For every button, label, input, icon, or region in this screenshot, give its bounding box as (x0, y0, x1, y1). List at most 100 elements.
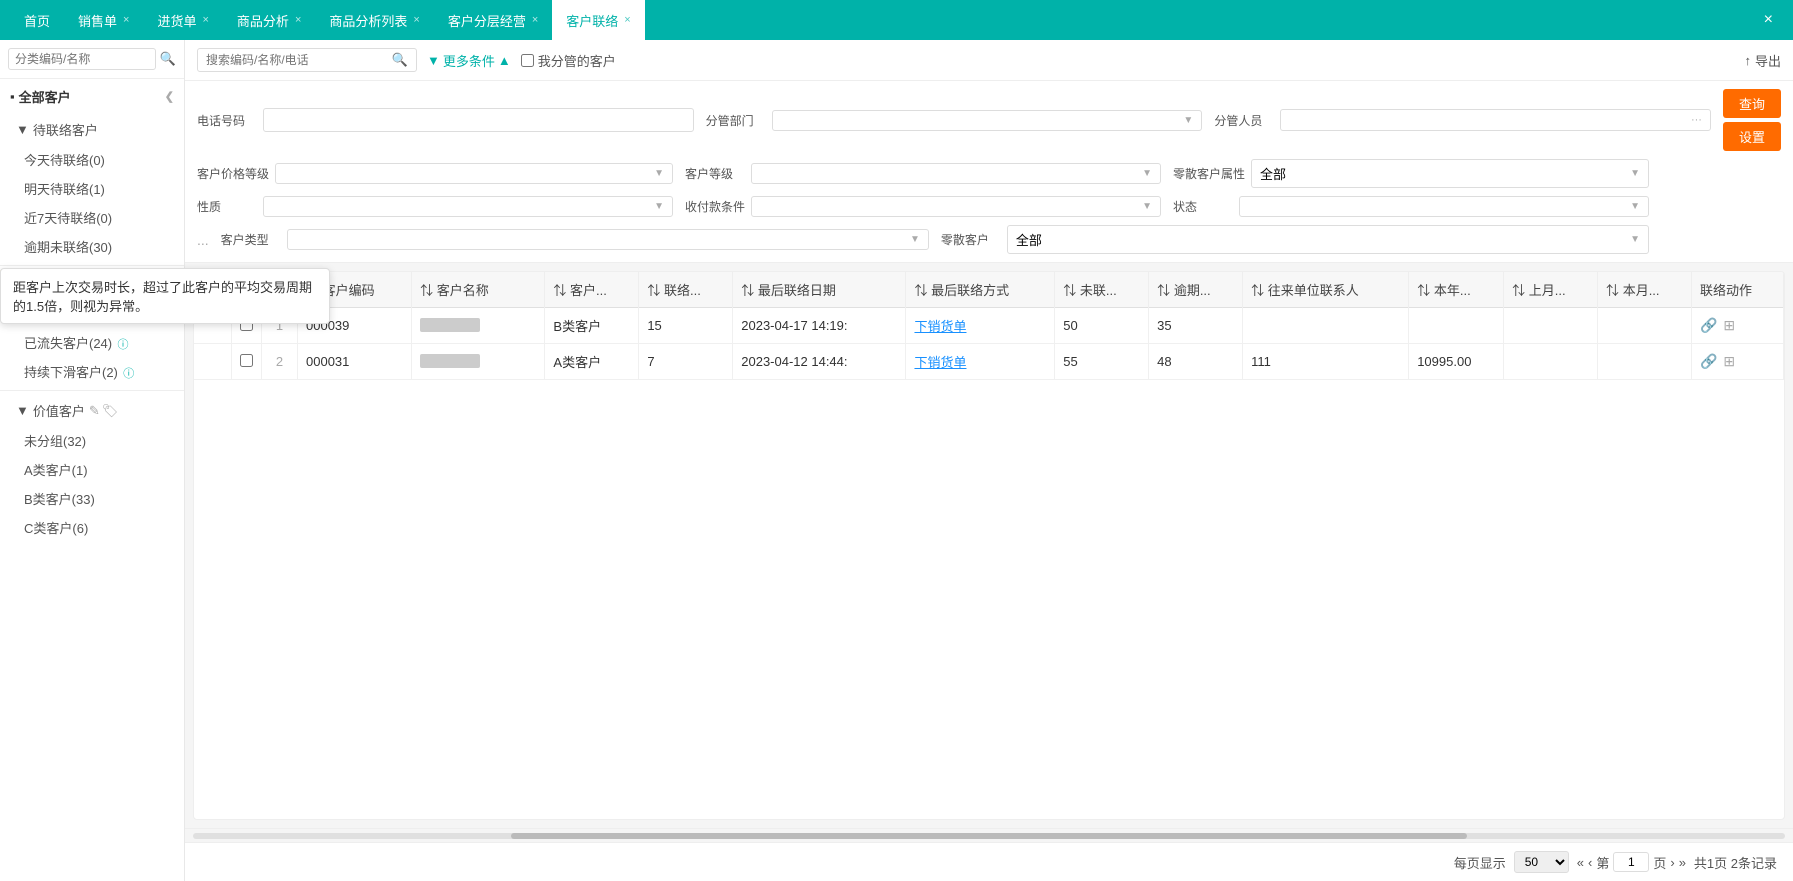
payment-filter: 收付款条件 ▼ (685, 196, 1161, 217)
top-navigation: 首页 销售单 × 进货单 × 商品分析 × 商品分析列表 × 客户分层经营 × … (0, 0, 1793, 40)
page-size-select[interactable]: 50 20 100 (1514, 851, 1569, 873)
sort-icon-5: ⇅ (741, 283, 754, 298)
week-pending[interactable]: 近7天待联络(0) (0, 203, 184, 232)
overdue-col-header[interactable]: ⇅ 逾期... (1149, 272, 1243, 308)
row1-link-icon[interactable]: 🔗 (1700, 317, 1717, 334)
phone-input[interactable] (263, 108, 694, 132)
declining-customers[interactable]: 持续下滑客户(2) ⓘ (0, 357, 184, 386)
pending-contact-group[interactable]: ▼ 待联络客户 (0, 114, 184, 145)
contact-col-header[interactable]: ⇅ 联络... (639, 272, 733, 308)
last-page-btn[interactable]: » (1679, 855, 1686, 870)
type-col-header[interactable]: ⇅ 客户... (545, 272, 639, 308)
prev-page-btn[interactable]: ‹ (1588, 855, 1592, 870)
sort-icon-7: ⇅ (1063, 283, 1076, 298)
retail-attr-select[interactable]: 全部 ▼ (1251, 159, 1649, 188)
year-col-header[interactable]: ⇅ 本年... (1409, 272, 1504, 308)
nav-home[interactable]: 首页 (10, 0, 64, 40)
tooltip-box: 距客户上次交易时长，超过了此客户的平均交易周期的1.5倍，则视为异常。 (0, 268, 330, 324)
next-page-btn[interactable]: › (1670, 855, 1674, 870)
close-customer-contact-icon[interactable]: × (624, 14, 630, 26)
nav-customer-tier[interactable]: 客户分层经营 × (434, 0, 552, 40)
row2-last-method[interactable]: 下销货单 (906, 344, 1055, 380)
customer-level-select[interactable]: ▼ (751, 163, 1161, 184)
retail-select[interactable]: 全部 ▼ (1007, 225, 1649, 254)
nav-product-analysis-list[interactable]: 商品分析列表 × (315, 0, 433, 40)
customer-level-filter: 客户等级 ▼ (685, 163, 1161, 184)
nav-sales-order[interactable]: 销售单 × (64, 0, 143, 40)
close-sales-order-icon[interactable]: × (123, 14, 129, 26)
gender-select[interactable]: ▼ (263, 196, 673, 217)
row2-checkbox[interactable] (232, 344, 262, 380)
close-product-list-icon[interactable]: × (413, 14, 419, 26)
sidebar-search-bar[interactable]: 🔍 (0, 40, 184, 79)
churned-customers[interactable]: 已流失客户(24) ⓘ (0, 328, 184, 357)
row2-code[interactable]: 000031 (298, 344, 412, 380)
last-month-col-header[interactable]: ⇅ 上月... (1504, 272, 1598, 308)
row1-last-method[interactable]: 下销货单 (906, 308, 1055, 344)
close-customer-tier-icon[interactable]: × (532, 14, 538, 26)
tag-icon[interactable]: 🏷 (102, 403, 119, 419)
row1-more-icon[interactable]: ⊞ (1723, 317, 1735, 334)
not-contacted-col-header[interactable]: ⇅ 未联... (1055, 272, 1149, 308)
class-a-customers[interactable]: A类客户(1) (0, 455, 184, 484)
dots-expand[interactable]: ... (197, 232, 209, 248)
scroll-track[interactable] (193, 833, 1785, 839)
search-icon[interactable]: 🔍 (392, 52, 408, 68)
row1-last-date: 2023-04-17 14:19: (733, 308, 906, 344)
sort-icon-2: ⇅ (420, 283, 433, 298)
search-wrap[interactable]: 🔍 (197, 48, 417, 72)
collapse-icon[interactable]: ❮ (165, 90, 174, 103)
query-button[interactable]: 查询 (1723, 89, 1781, 118)
more-conditions-btn[interactable]: ▼ 更多条件 ▲ (427, 51, 511, 70)
person-dots-icon[interactable]: ··· (1691, 114, 1702, 126)
last-method-col-header[interactable]: ⇅ 最后联络方式 (906, 272, 1055, 308)
status-filter: 状态 ▼ (1173, 196, 1649, 217)
customer-type-select[interactable]: ▼ (287, 229, 929, 250)
edit-icon[interactable]: ✎ (89, 403, 100, 419)
arrow-down-icon: ▼ (16, 122, 29, 137)
price-level-select[interactable]: ▼ (275, 163, 673, 184)
filter-rows: 电话号码 分管部门 ▼ 分管人员 ··· (185, 81, 1793, 263)
payment-select[interactable]: ▼ (751, 196, 1161, 217)
name-col-header[interactable]: ⇅ 客户名称 (412, 272, 545, 308)
close-purchase-order-icon[interactable]: × (202, 14, 208, 26)
class-b-customers[interactable]: B类客户(33) (0, 484, 184, 513)
person-select[interactable]: ··· (1280, 109, 1711, 131)
close-all-button[interactable]: × (1754, 11, 1783, 29)
row2-year: 10995.00 (1409, 344, 1504, 380)
sidebar-search-icon[interactable]: 🔍 (160, 51, 176, 67)
my-customer-checkbox[interactable] (521, 54, 534, 67)
first-page-btn[interactable]: « (1577, 855, 1584, 870)
last-date-col-header[interactable]: ⇅ 最后联络日期 (733, 272, 906, 308)
overdue-no-contact[interactable]: 逾期未联络(30) (0, 232, 184, 261)
caret-icon-5: ▼ (654, 201, 664, 212)
close-product-analysis-icon[interactable]: × (295, 14, 301, 26)
export-button[interactable]: ↑ 导出 (1744, 51, 1781, 70)
dept-select[interactable]: ▼ (772, 110, 1203, 131)
nav-customer-contact[interactable]: 客户联络 × (552, 0, 644, 40)
ungrouped[interactable]: 未分组(32) (0, 426, 184, 455)
class-c-customers[interactable]: C类客户(6) (0, 513, 184, 542)
settings-button[interactable]: 设置 (1723, 122, 1781, 151)
row2-more-icon[interactable]: ⊞ (1723, 353, 1735, 370)
my-customer-checkbox-wrap[interactable]: 我分管的客户 (521, 51, 616, 70)
tomorrow-pending[interactable]: 明天待联络(1) (0, 174, 184, 203)
nav-product-analysis[interactable]: 商品分析 × (223, 0, 315, 40)
today-pending[interactable]: 今天待联络(0) (0, 145, 184, 174)
this-month-col-header[interactable]: ⇅ 本月... (1598, 272, 1692, 308)
info-icon-3[interactable]: ⓘ (117, 339, 128, 351)
scroll-thumb[interactable] (511, 833, 1466, 839)
page-input[interactable] (1613, 852, 1649, 872)
value-customers-group[interactable]: ▼ 价值客户 ✎ 🏷 (0, 395, 184, 426)
sidebar-search-input[interactable] (8, 48, 156, 70)
nav-purchase-order[interactable]: 进货单 × (143, 0, 222, 40)
status-select[interactable]: ▼ (1239, 196, 1649, 217)
row2-select-checkbox[interactable] (240, 354, 253, 367)
search-input[interactable] (206, 53, 388, 67)
row2-name-blurred (420, 354, 480, 368)
horizontal-scrollbar[interactable] (185, 828, 1793, 842)
info-icon-4[interactable]: ⓘ (123, 368, 134, 380)
all-customers-section[interactable]: ▪ 全部客户 ❮ (0, 79, 184, 114)
company-contact-col-header[interactable]: ⇅ 往来单位联系人 (1243, 272, 1409, 308)
row2-link-icon[interactable]: 🔗 (1700, 353, 1717, 370)
